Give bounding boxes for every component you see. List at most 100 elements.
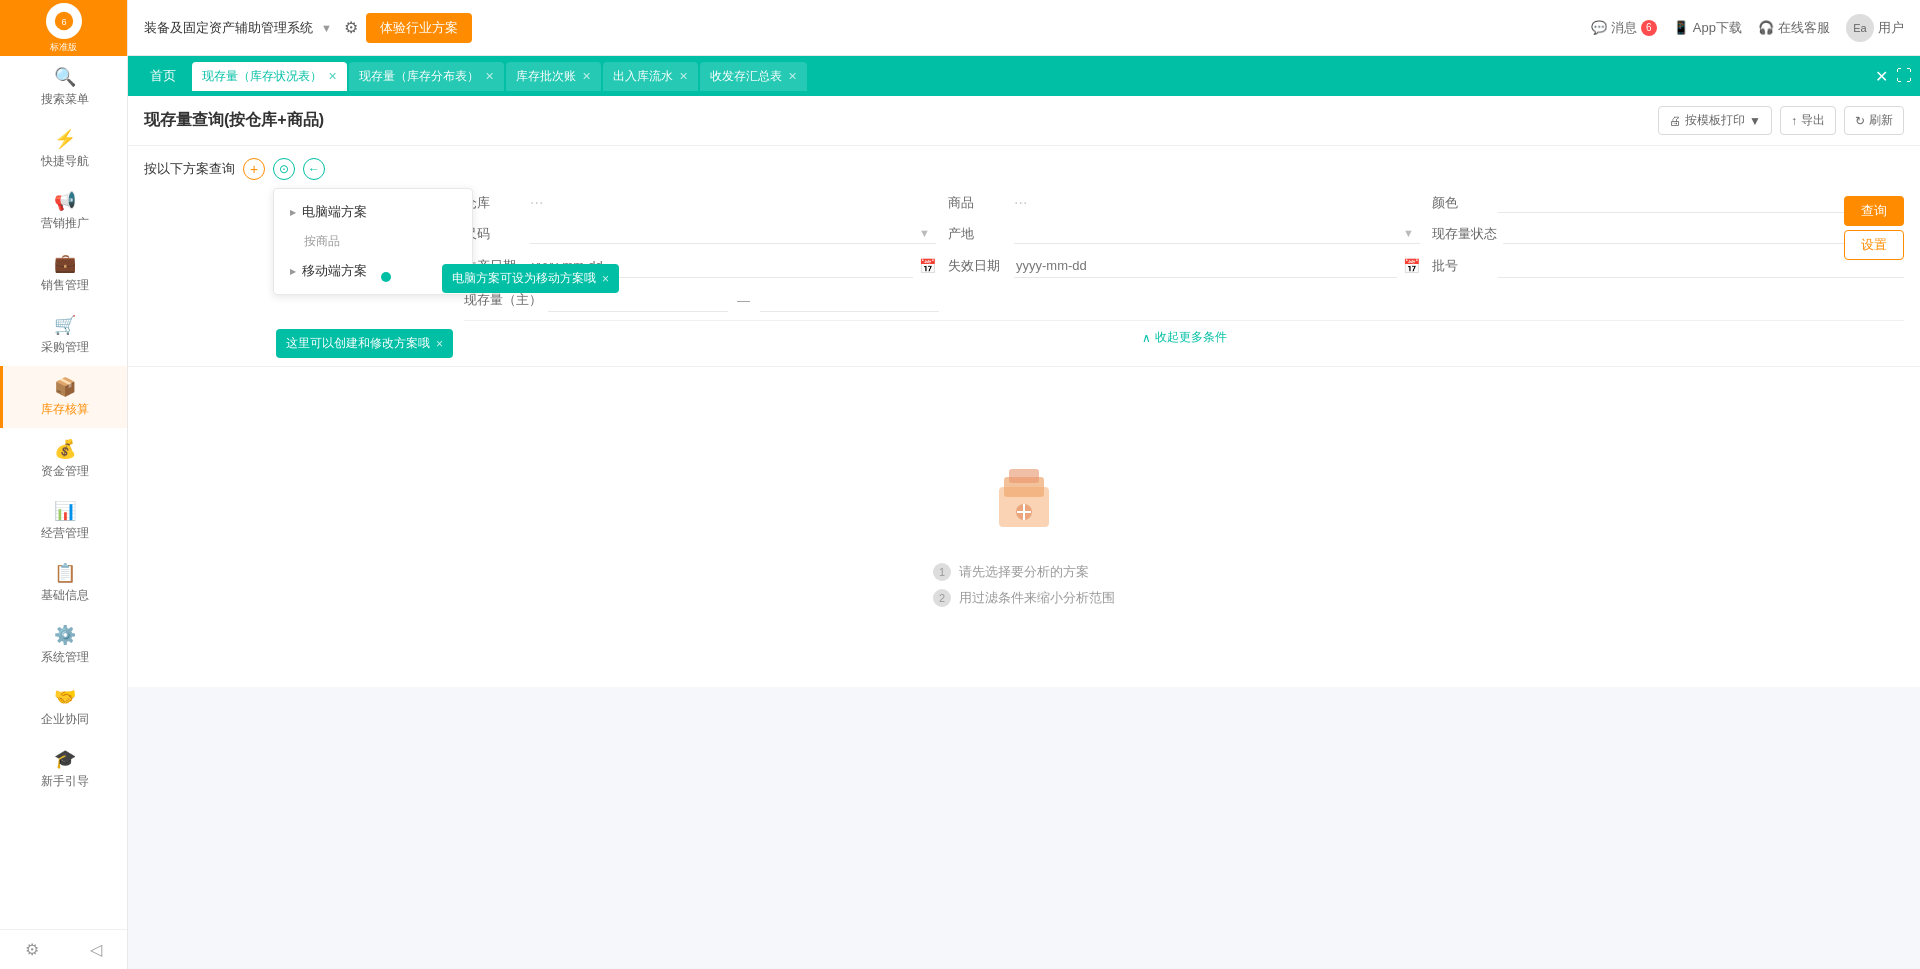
tab-summary-label: 收发存汇总表	[710, 68, 782, 85]
scheme-entry-pc[interactable]: ▶ 电脑端方案	[274, 197, 472, 227]
logo: 6 标准版	[0, 0, 127, 56]
tab-flow-close[interactable]: ✕	[679, 70, 688, 83]
scheme-pc-label: 电脑端方案	[302, 203, 367, 221]
goods-dots[interactable]: ···	[1014, 194, 1027, 212]
filter-header: 按以下方案查询 + ⊙ ←	[144, 158, 1904, 180]
scheme-mobile-arrow: ▶	[290, 267, 296, 276]
tooltip-pc-close[interactable]: ×	[602, 272, 609, 286]
corp-icon: 🤝	[54, 686, 76, 708]
sidebar-item-label: 系统管理	[41, 649, 89, 666]
filter-arrow-btn[interactable]: ←	[303, 158, 325, 180]
messages-item[interactable]: 💬 消息 6	[1591, 19, 1657, 37]
expire-date-input[interactable]	[1014, 254, 1397, 278]
system-name: 装备及固定资产辅助管理系统	[144, 19, 313, 37]
sidebar-settings-btn[interactable]: ⚙	[25, 940, 39, 959]
sidebar-item-label: 新手引导	[41, 773, 89, 790]
tip-text-2: 用过滤条件来缩小分析范围	[959, 589, 1115, 607]
header-left: 装备及固定资产辅助管理系统 ▼ ⚙ 体验行业方案	[144, 13, 472, 43]
tip-num-1: 1	[933, 563, 951, 581]
tooltip-pc: 电脑方案可设为移动方案哦 ×	[442, 264, 619, 293]
origin-field: 产地 ▼	[948, 223, 1420, 244]
sidebar-item-finance[interactable]: 💰 资金管理	[0, 428, 127, 490]
filter-rows-container: 仓库 ··· 商品 ··· 颜色 ▼	[464, 192, 1904, 312]
tab-batch-close[interactable]: ✕	[582, 70, 591, 83]
tip-num-2: 2	[933, 589, 951, 607]
online-support-label: 在线客服	[1778, 19, 1830, 37]
messages-label: 消息	[1611, 19, 1637, 37]
purchase-icon: 🛒	[54, 314, 76, 336]
expire-date-calendar-icon[interactable]: 📅	[1403, 258, 1420, 274]
filter-row-1: 仓库 ··· 商品 ··· 颜色 ▼	[464, 192, 1904, 213]
tab-close-all-icon[interactable]: ✕	[1875, 67, 1888, 86]
color-label: 颜色	[1432, 194, 1492, 212]
produce-date-calendar-icon[interactable]: 📅	[919, 258, 936, 274]
export-btn[interactable]: ↑ 导出	[1780, 106, 1836, 135]
tab-flow[interactable]: 出入库流水 ✕	[603, 62, 698, 91]
user-label: 用户	[1878, 19, 1904, 37]
refresh-btn[interactable]: ↻ 刷新	[1844, 106, 1904, 135]
scheme-entry-child[interactable]: 按商品	[274, 227, 472, 256]
sidebar-item-label: 搜索菜单	[41, 91, 89, 108]
tab-summary-close[interactable]: ✕	[788, 70, 797, 83]
refresh-label: 刷新	[1869, 112, 1893, 129]
scheme-mobile-label: 移动端方案	[302, 262, 367, 280]
svg-text:6: 6	[61, 16, 66, 26]
tab-inventory-dist[interactable]: 现存量（库存分布表） ✕	[349, 62, 504, 91]
current-qty-end[interactable]	[760, 288, 940, 312]
print-btn[interactable]: 🖨 按模板打印 ▼	[1658, 106, 1772, 135]
filter-copy-btn[interactable]: ⊙	[273, 158, 295, 180]
filter-row-3: 生产日期 📅 失效日期 📅 批号	[464, 254, 1904, 278]
logo-label: 标准版	[50, 41, 77, 54]
tab-expand-icon[interactable]: ⛶	[1896, 67, 1912, 86]
sidebar-item-purchase[interactable]: 🛒 采购管理	[0, 304, 127, 366]
sidebar-item-guide[interactable]: 🎓 新手引导	[0, 738, 127, 800]
user-item[interactable]: Ea 用户	[1846, 14, 1904, 42]
export-label: 导出	[1801, 112, 1825, 129]
empty-tips: 1 请先选择要分析的方案 2 用过滤条件来缩小分析范围	[933, 563, 1115, 607]
marketing-icon: 📢	[54, 190, 76, 212]
settings-icon[interactable]: ⚙	[344, 18, 358, 37]
sidebar-item-system[interactable]: ⚙️ 系统管理	[0, 614, 127, 676]
sidebar-item-basic[interactable]: 📋 基础信息	[0, 552, 127, 614]
origin-label: 产地	[948, 225, 1008, 243]
sidebar-item-corp[interactable]: 🤝 企业协同	[0, 676, 127, 738]
sidebar-item-label: 销售管理	[41, 277, 89, 294]
warehouse-dots[interactable]: ···	[530, 194, 543, 212]
tab-summary[interactable]: 收发存汇总表 ✕	[700, 62, 807, 91]
search-btn[interactable]: 查询	[1844, 196, 1904, 226]
sidebar-collapse-btn[interactable]: ◁	[90, 940, 102, 959]
online-support-item[interactable]: 🎧 在线客服	[1758, 19, 1830, 37]
sales-icon: 💼	[54, 252, 76, 274]
page-title-bar: 现存量查询(按仓库+商品) 🖨 按模板打印 ▼ ↑ 导出 ↻ 刷新	[128, 96, 1920, 146]
sidebar-item-label: 基础信息	[41, 587, 89, 604]
sidebar-item-label: 营销推广	[41, 215, 89, 232]
nav-nav-icon: ⚡	[54, 128, 76, 150]
reset-btn[interactable]: 设置	[1844, 230, 1904, 260]
tooltip-create-close[interactable]: ×	[436, 337, 443, 351]
industry-plan-btn[interactable]: 体验行业方案	[366, 13, 472, 43]
refresh-icon: ↻	[1855, 114, 1865, 128]
tab-inventory-status-close[interactable]: ✕	[328, 70, 337, 83]
empty-tip-2: 2 用过滤条件来缩小分析范围	[933, 589, 1115, 607]
app-download-item[interactable]: 📱 App下载	[1673, 19, 1742, 37]
tab-inventory-status[interactable]: 现存量（库存状况表） ✕	[192, 62, 347, 91]
system-dropdown-icon[interactable]: ▼	[321, 22, 332, 34]
batch-label: 批号	[1432, 257, 1492, 275]
sidebar-item-inventory[interactable]: 📦 库存核算	[0, 366, 127, 428]
origin-dropdown-icon[interactable]: ▼	[1403, 227, 1414, 239]
sidebar-item-search[interactable]: 🔍 搜索菜单	[0, 56, 127, 118]
sidebar-item-sales[interactable]: 💼 销售管理	[0, 242, 127, 304]
size-dropdown-icon[interactable]: ▼	[919, 227, 930, 239]
tab-inventory-dist-close[interactable]: ✕	[485, 70, 494, 83]
tab-home[interactable]: 首页	[136, 61, 190, 91]
page-content: 现存量查询(按仓库+商品) 🖨 按模板打印 ▼ ↑ 导出 ↻ 刷新	[128, 96, 1920, 969]
empty-state: 1 请先选择要分析的方案 2 用过滤条件来缩小分析范围	[128, 367, 1920, 687]
sidebar-item-nav[interactable]: ⚡ 快捷导航	[0, 118, 127, 180]
guide-icon: 🎓	[54, 748, 76, 770]
sidebar-item-marketing[interactable]: 📢 营销推广	[0, 180, 127, 242]
sidebar-item-label: 企业协同	[41, 711, 89, 728]
filter-add-btn[interactable]: +	[243, 158, 265, 180]
collapse-bar[interactable]: ∧ 收起更多条件	[464, 320, 1904, 354]
tab-batch[interactable]: 库存批次账 ✕	[506, 62, 601, 91]
sidebar-item-management[interactable]: 📊 经营管理	[0, 490, 127, 552]
